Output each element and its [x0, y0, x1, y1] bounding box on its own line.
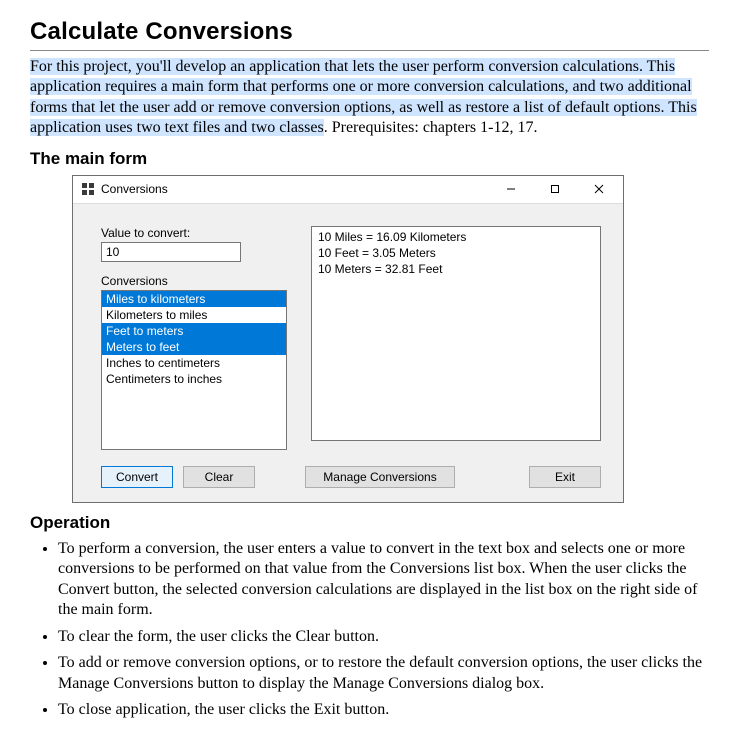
conversion-item[interactable]: Kilometers to miles — [102, 307, 286, 323]
result-line: 10 Meters = 32.81 Feet — [318, 261, 594, 277]
conversions-label: Conversions — [101, 274, 287, 288]
section-operation: Operation — [30, 513, 709, 533]
conversions-listbox[interactable]: Miles to kilometersKilometers to milesFe… — [101, 290, 287, 450]
main-form-window: Conversions Value to convert: Conversion… — [72, 175, 624, 503]
section-main-form: The main form — [30, 149, 709, 169]
window-client: Value to convert: Conversions Miles to k… — [73, 204, 623, 502]
result-line: 10 Miles = 16.09 Kilometers — [318, 229, 594, 245]
minimize-button[interactable] — [489, 176, 533, 202]
conversion-item[interactable]: Inches to centimeters — [102, 355, 286, 371]
exit-button[interactable]: Exit — [529, 466, 601, 488]
operation-item: To perform a conversion, the user enters… — [58, 539, 709, 621]
conversion-item[interactable]: Feet to meters — [102, 323, 286, 339]
close-button[interactable] — [577, 176, 621, 202]
clear-button[interactable]: Clear — [183, 466, 255, 488]
conversion-item[interactable]: Meters to feet — [102, 339, 286, 355]
operation-item: To close application, the user clicks th… — [58, 700, 709, 720]
maximize-button[interactable] — [533, 176, 577, 202]
conversion-item[interactable]: Centimeters to inches — [102, 371, 286, 387]
result-line: 10 Feet = 3.05 Meters — [318, 245, 594, 261]
intro-rest: . Prerequisites: chapters 1-12, 17. — [324, 119, 538, 136]
value-label: Value to convert: — [101, 226, 287, 240]
title-rule — [30, 50, 709, 51]
manage-conversions-button[interactable]: Manage Conversions — [305, 466, 455, 488]
operation-item: To clear the form, the user clicks the C… — [58, 627, 709, 647]
window-title: Conversions — [101, 182, 168, 196]
operation-list: To perform a conversion, the user enters… — [30, 539, 709, 721]
value-input[interactable] — [101, 242, 241, 262]
conversion-item[interactable]: Miles to kilometers — [102, 291, 286, 307]
app-icon — [81, 182, 95, 196]
page-title: Calculate Conversions — [30, 18, 709, 46]
window-titlebar[interactable]: Conversions — [73, 176, 623, 204]
convert-button[interactable]: Convert — [101, 466, 173, 488]
results-listbox[interactable]: 10 Miles = 16.09 Kilometers10 Feet = 3.0… — [311, 226, 601, 441]
operation-item: To add or remove conversion options, or … — [58, 653, 709, 694]
intro-paragraph: For this project, you'll develop an appl… — [30, 57, 709, 139]
